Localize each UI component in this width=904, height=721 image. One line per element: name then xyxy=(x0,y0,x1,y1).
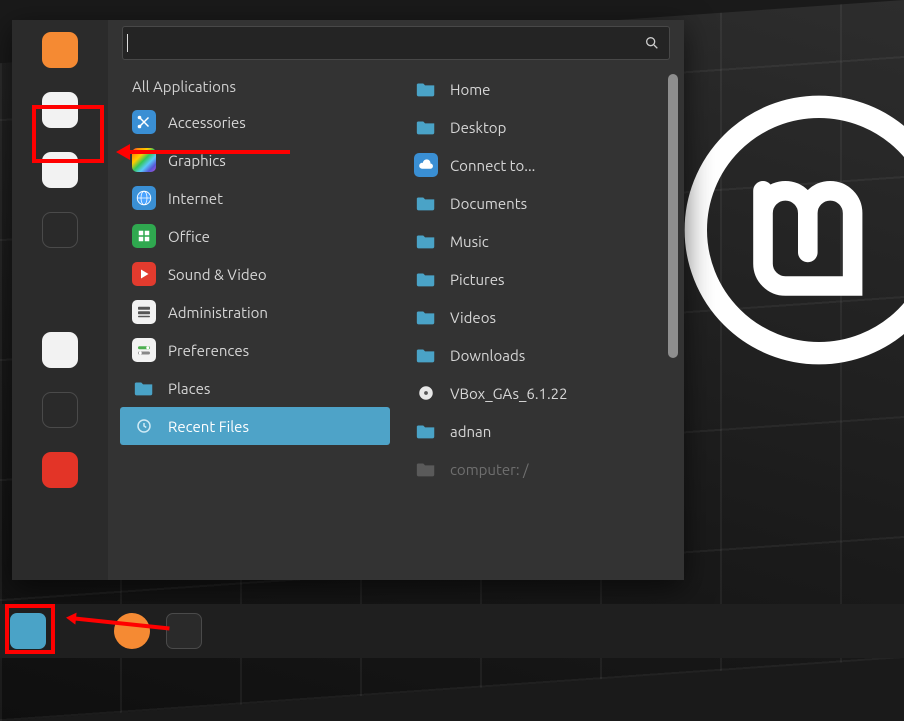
folder-icon xyxy=(414,419,438,443)
scrollbar-thumb[interactable] xyxy=(668,74,678,358)
scissors-icon xyxy=(132,110,156,134)
lock-screen-button[interactable] xyxy=(42,332,78,368)
folder-icon xyxy=(414,305,438,329)
power-button[interactable] xyxy=(42,452,78,488)
favorites-column: $_ xyxy=(12,20,108,580)
category-item-graphics[interactable]: Graphics xyxy=(120,141,390,179)
category-label: Internet xyxy=(168,190,223,207)
category-item-office[interactable]: Office xyxy=(120,217,390,255)
place-item-adnan[interactable]: adnan xyxy=(402,412,672,450)
category-label: Recent Files xyxy=(168,418,249,435)
category-item-recent-files[interactable]: Recent Files xyxy=(120,407,390,445)
folder-icon xyxy=(414,191,438,215)
place-item-desktop[interactable]: Desktop xyxy=(402,108,672,146)
cloud-icon xyxy=(414,153,438,177)
category-item-places[interactable]: Places xyxy=(120,369,390,407)
taskbar: $_ xyxy=(0,604,904,658)
category-item-administration[interactable]: Administration xyxy=(120,293,390,331)
category-item-accessories[interactable]: Accessories xyxy=(120,103,390,141)
place-label: Downloads xyxy=(450,347,525,364)
place-label: Desktop xyxy=(450,119,506,136)
place-item-connect-to[interactable]: Connect to... xyxy=(402,146,672,184)
place-item-music[interactable]: Music xyxy=(402,222,672,260)
logout-button[interactable] xyxy=(42,392,78,428)
folder-icon xyxy=(414,343,438,367)
globe-icon xyxy=(132,186,156,210)
show-applications-button[interactable] xyxy=(42,92,78,128)
place-item-vbox-gas[interactable]: VBox_GAs_6.1.22 xyxy=(402,374,672,412)
place-label: Pictures xyxy=(450,271,505,288)
category-item-sound-video[interactable]: Sound & Video xyxy=(120,255,390,293)
categories-header: All Applications xyxy=(120,70,390,103)
place-label: Music xyxy=(450,233,489,250)
folder-icon xyxy=(132,376,156,400)
category-item-internet[interactable]: Internet xyxy=(120,179,390,217)
folder-dim-icon xyxy=(414,457,438,481)
place-label: Home xyxy=(450,81,490,98)
place-label: VBox_GAs_6.1.22 xyxy=(450,385,568,402)
place-item-pictures[interactable]: Pictures xyxy=(402,260,672,298)
folder-icon xyxy=(414,77,438,101)
scrollbar[interactable] xyxy=(668,74,678,564)
media-icon xyxy=(132,262,156,286)
category-label: Places xyxy=(168,380,210,397)
disc-icon xyxy=(414,381,438,405)
folder-icon xyxy=(414,115,438,139)
place-item-downloads[interactable]: Downloads xyxy=(402,336,672,374)
folder-icon xyxy=(414,267,438,291)
firefox-button[interactable] xyxy=(42,32,78,68)
taskbar-files-button[interactable] xyxy=(218,613,254,649)
system-settings-button[interactable] xyxy=(42,152,78,188)
folder-icon xyxy=(414,229,438,253)
start-menu-button[interactable] xyxy=(10,613,46,649)
category-label: Sound & Video xyxy=(168,266,267,283)
terminal-button[interactable]: $_ xyxy=(42,212,78,248)
graphics-icon xyxy=(132,148,156,172)
place-label: Videos xyxy=(450,309,496,326)
show-desktop-button[interactable] xyxy=(62,613,98,649)
recent-icon xyxy=(132,414,156,438)
place-item-videos[interactable]: Videos xyxy=(402,298,672,336)
place-label: Connect to... xyxy=(450,157,535,174)
category-label: Graphics xyxy=(168,152,226,169)
search-icon xyxy=(635,35,669,51)
start-menu: $_ xyxy=(12,20,684,580)
place-item-home[interactable]: Home xyxy=(402,70,672,108)
search-box[interactable] xyxy=(122,26,670,60)
taskbar-terminal-button[interactable]: $_ xyxy=(166,613,202,649)
category-label: Office xyxy=(168,228,210,245)
place-label: computer: / xyxy=(450,461,529,478)
category-label: Administration xyxy=(168,304,268,321)
search-input[interactable] xyxy=(128,35,635,51)
office-icon xyxy=(132,224,156,248)
place-label: Documents xyxy=(450,195,527,212)
files-button[interactable] xyxy=(42,272,78,308)
places-list: Home Desktop Connect to... Documents xyxy=(402,70,672,488)
category-item-preferences[interactable]: Preferences xyxy=(120,331,390,369)
place-item-documents[interactable]: Documents xyxy=(402,184,672,222)
category-label: Accessories xyxy=(168,114,246,131)
taskbar-firefox-button[interactable] xyxy=(114,613,150,649)
categories-column: All Applications Accessories Graphics In… xyxy=(114,70,396,580)
place-item-computer-root[interactable]: computer: / xyxy=(402,450,672,488)
preferences-icon xyxy=(132,338,156,362)
place-label: adnan xyxy=(450,423,491,440)
admin-icon xyxy=(132,300,156,324)
menu-main-area: All Applications Accessories Graphics In… xyxy=(108,20,684,580)
category-label: Preferences xyxy=(168,342,249,359)
places-column: Home Desktop Connect to... Documents xyxy=(396,70,678,580)
